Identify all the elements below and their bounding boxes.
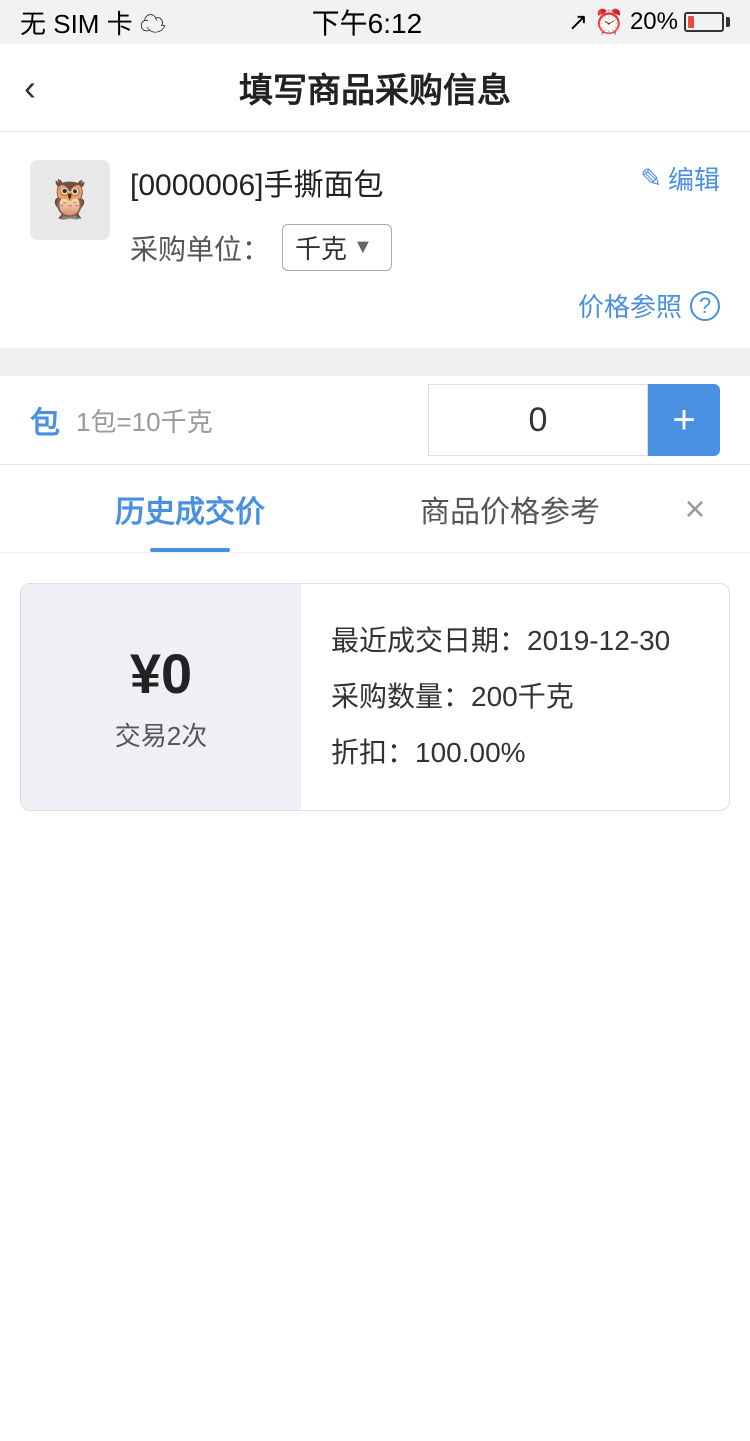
- tab-close-button[interactable]: ×: [670, 484, 720, 534]
- card-purchase-qty: 采购数量：200千克: [331, 676, 699, 718]
- quantity-left: 包 1包=10千克: [30, 398, 213, 442]
- history-card-area: ¥0 交易2次 最近成交日期：2019-12-30 采购数量：200千克 折扣：…: [0, 553, 750, 841]
- tabs-section: 历史成交价 商品价格参考 × ¥0 交易2次 最近成交日期：2019-12-30…: [0, 464, 750, 1441]
- product-unit-row: 采购单位： 千克 ▼: [130, 224, 392, 271]
- location-icon: ↗: [568, 8, 588, 37]
- product-thumbnail: 🦉: [30, 160, 110, 240]
- tab-history-price[interactable]: 历史成交价: [30, 465, 350, 552]
- quantity-section: 包 1包=10千克 0 +: [0, 376, 750, 464]
- quantity-unit-icon: 包: [30, 398, 60, 442]
- card-trade-count: 交易2次: [115, 716, 207, 753]
- edit-label: 编辑: [668, 160, 720, 197]
- tab-product-price-ref-label: 商品价格参考: [420, 487, 600, 531]
- status-right: ↗ ⏰ 20%: [568, 8, 730, 37]
- tab-active-underline: [150, 548, 230, 552]
- price-ref-row: 价格参照 ?: [30, 287, 720, 324]
- help-label: ?: [699, 293, 711, 319]
- quantity-plus-button[interactable]: +: [648, 384, 720, 456]
- status-bar: 无 SIM 卡 ☁ 下午6:12 ↗ ⏰ 20%: [0, 0, 750, 44]
- back-button[interactable]: ‹: [24, 67, 36, 109]
- quantity-unit-desc: 1包=10千克: [76, 402, 213, 439]
- product-image-icon: 🦉: [46, 178, 93, 222]
- status-time: 下午6:12: [312, 2, 423, 42]
- page-title: 填写商品采购信息: [239, 63, 511, 112]
- card-price: ¥0: [130, 641, 192, 706]
- recent-date-label: 最近成交日期：: [331, 625, 527, 656]
- quantity-input[interactable]: 0: [428, 384, 648, 456]
- tab-product-price-ref[interactable]: 商品价格参考: [350, 465, 670, 552]
- quantity-right: 0 +: [428, 384, 720, 456]
- battery-icon: [684, 12, 730, 32]
- history-card: ¥0 交易2次 最近成交日期：2019-12-30 采购数量：200千克 折扣：…: [20, 583, 730, 811]
- sim-status: 无 SIM 卡 ☁: [20, 4, 166, 41]
- edit-button[interactable]: ✎ 编辑: [640, 160, 720, 197]
- price-reference-button[interactable]: 价格参照 ?: [578, 287, 720, 324]
- card-right: 最近成交日期：2019-12-30 采购数量：200千克 折扣：100.00%: [301, 584, 729, 810]
- header-bar: ‹ 填写商品采购信息: [0, 44, 750, 132]
- alarm-icon: ⏰: [594, 8, 624, 37]
- purchase-qty-value: 200千克: [471, 681, 574, 712]
- product-left: 🦉 [0000006]手撕面包 采购单位： 千克 ▼: [30, 160, 392, 271]
- unit-label: 采购单位：: [130, 228, 270, 268]
- chevron-down-icon: ▼: [353, 236, 373, 259]
- tab-history-price-label: 历史成交价: [115, 487, 265, 531]
- help-icon[interactable]: ?: [690, 291, 720, 321]
- purchase-qty-label: 采购数量：: [331, 681, 471, 712]
- card-recent-date: 最近成交日期：2019-12-30: [331, 620, 699, 662]
- discount-value: 100.00%: [415, 737, 526, 768]
- card-discount: 折扣：100.00%: [331, 732, 699, 774]
- product-info: [0000006]手撕面包 采购单位： 千克 ▼: [130, 160, 392, 271]
- card-left: ¥0 交易2次: [21, 584, 301, 810]
- battery-percent: 20%: [630, 8, 678, 36]
- unit-select-text: 千克: [295, 229, 347, 266]
- unit-select-dropdown[interactable]: 千克 ▼: [282, 224, 392, 271]
- separator1: [0, 360, 750, 376]
- edit-icon: ✎: [640, 163, 662, 194]
- tabs-header: 历史成交价 商品价格参考 ×: [0, 465, 750, 553]
- product-name: [0000006]手撕面包: [130, 160, 392, 204]
- bottom-space: [0, 841, 750, 1441]
- product-top: 🦉 [0000006]手撕面包 采购单位： 千克 ▼ ✎ 编辑: [30, 160, 720, 271]
- discount-label: 折扣：: [331, 737, 415, 768]
- price-ref-label: 价格参照: [578, 287, 682, 324]
- recent-date-value: 2019-12-30: [527, 625, 670, 656]
- status-left: 无 SIM 卡 ☁: [20, 4, 166, 41]
- product-section: 🦉 [0000006]手撕面包 采购单位： 千克 ▼ ✎ 编辑 价格参照: [0, 132, 750, 348]
